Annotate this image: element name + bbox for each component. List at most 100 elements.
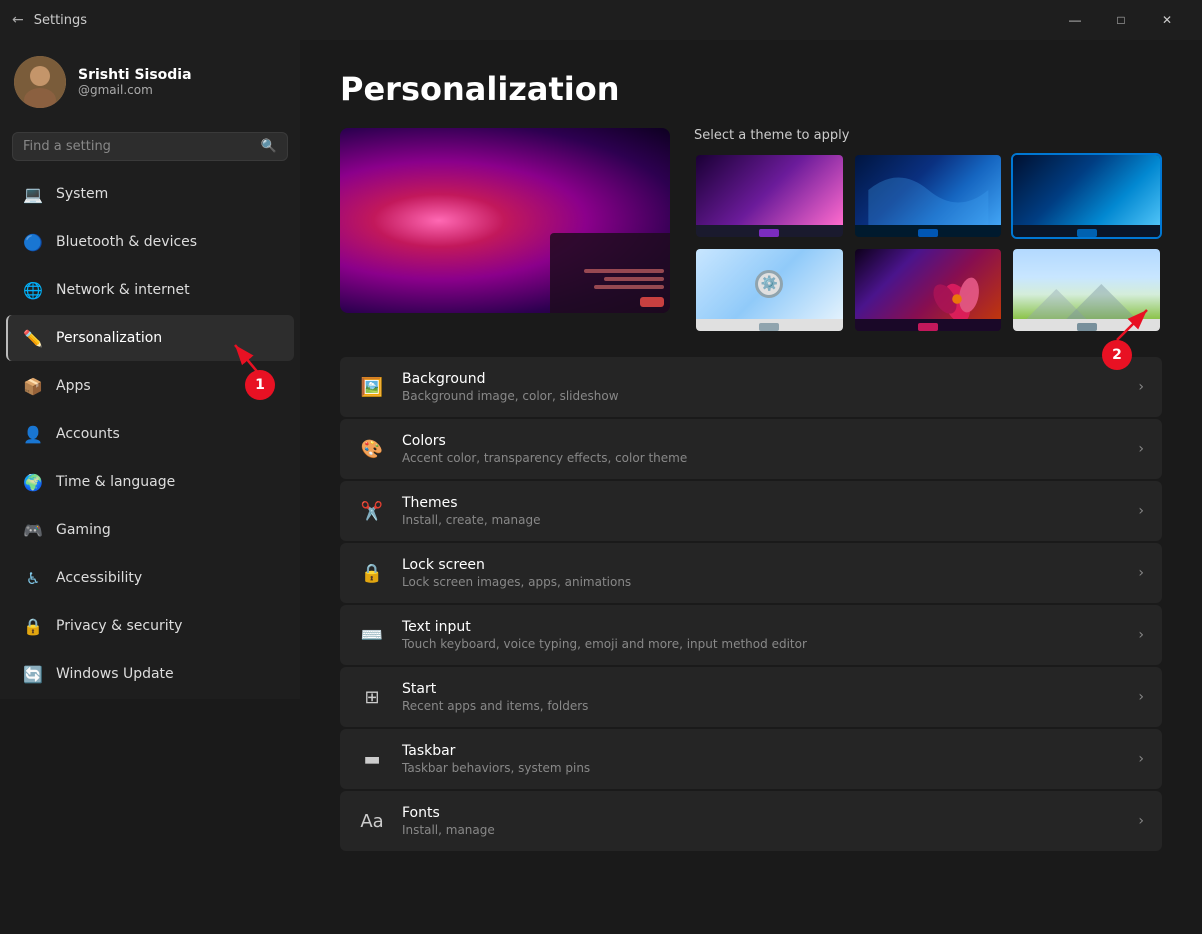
update-icon: 🔄 bbox=[22, 663, 44, 685]
settings-item-textinput[interactable]: ⌨️ Text input Touch keyboard, voice typi… bbox=[340, 605, 1162, 665]
bluetooth-icon: 🔵 bbox=[22, 231, 44, 253]
user-name: Srishti Sisodia bbox=[78, 67, 192, 83]
settings-item-themes[interactable]: ✂️ Themes Install, create, manage › bbox=[340, 481, 1162, 541]
textinput-title: Text input bbox=[402, 619, 1122, 635]
sidebar-item-label-time: Time & language bbox=[56, 474, 175, 490]
sidebar-item-personalization[interactable]: ✏️ Personalization bbox=[6, 315, 294, 361]
theme-thumbnail-2[interactable] bbox=[853, 153, 1004, 239]
network-icon: 🌐 bbox=[22, 279, 44, 301]
theme-thumb-img-4: ⚙️ bbox=[696, 249, 843, 319]
themes-icon: ✂️ bbox=[358, 497, 386, 525]
lockscreen-text: Lock screen Lock screen images, apps, an… bbox=[402, 557, 1122, 589]
lockscreen-desc: Lock screen images, apps, animations bbox=[402, 575, 1122, 589]
close-button[interactable]: ✕ bbox=[1144, 4, 1190, 36]
settings-item-background[interactable]: 🖼️ Background Background image, color, s… bbox=[340, 357, 1162, 417]
lockscreen-arrow: › bbox=[1138, 565, 1144, 581]
preview-dot bbox=[640, 297, 664, 307]
sidebar-item-privacy[interactable]: 🔒 Privacy & security bbox=[6, 603, 294, 649]
theme-thumb-btn-2 bbox=[918, 229, 938, 237]
theme-thumb-bar-1 bbox=[696, 225, 843, 239]
sidebar-wrapper: Srishti Sisodia @gmail.com 🔍 💻 System 🔵 … bbox=[0, 40, 300, 934]
theme-thumb-bar-6 bbox=[1013, 319, 1160, 333]
preview-taskbar bbox=[550, 233, 670, 313]
sidebar-item-network[interactable]: 🌐 Network & internet bbox=[6, 267, 294, 313]
theme-grid-section: Select a theme to apply bbox=[694, 128, 1162, 333]
search-input[interactable] bbox=[23, 139, 253, 154]
colors-text: Colors Accent color, transparency effect… bbox=[402, 433, 1122, 465]
back-icon[interactable]: ← bbox=[12, 12, 24, 28]
theme-thumb-bar-3 bbox=[1013, 225, 1160, 239]
theme-thumb-bar-5 bbox=[855, 319, 1002, 333]
theme-thumb-img-3 bbox=[1013, 155, 1160, 225]
sidebar-item-accessibility[interactable]: ♿ Accessibility bbox=[6, 555, 294, 601]
sidebar-item-label-privacy: Privacy & security bbox=[56, 618, 182, 634]
settings-list: 🖼️ Background Background image, color, s… bbox=[340, 357, 1162, 851]
user-profile[interactable]: Srishti Sisodia @gmail.com bbox=[0, 40, 300, 124]
background-text: Background Background image, color, slid… bbox=[402, 371, 1122, 403]
settings-item-colors[interactable]: 🎨 Colors Accent color, transparency effe… bbox=[340, 419, 1162, 479]
theme-thumbnail-1[interactable] bbox=[694, 153, 845, 239]
theme-thumb-img-6 bbox=[1013, 249, 1160, 319]
sidebar-item-time[interactable]: 🌍 Time & language bbox=[6, 459, 294, 505]
sidebar-item-label-bluetooth: Bluetooth & devices bbox=[56, 234, 197, 250]
sidebar-item-bluetooth[interactable]: 🔵 Bluetooth & devices bbox=[6, 219, 294, 265]
avatar bbox=[14, 56, 66, 108]
preview-bar bbox=[604, 277, 664, 281]
colors-icon: 🎨 bbox=[358, 435, 386, 463]
settings-item-lockscreen[interactable]: 🔒 Lock screen Lock screen images, apps, … bbox=[340, 543, 1162, 603]
theme-thumb-btn-1 bbox=[759, 229, 779, 237]
theme-thumbnail-6[interactable] bbox=[1011, 247, 1162, 333]
search-icon: 🔍 bbox=[261, 139, 277, 154]
preview-bar bbox=[584, 269, 664, 273]
colors-desc: Accent color, transparency effects, colo… bbox=[402, 451, 1122, 465]
theme-thumb-btn-5 bbox=[918, 323, 938, 331]
sidebar-item-label-update: Windows Update bbox=[56, 666, 174, 682]
lockscreen-title: Lock screen bbox=[402, 557, 1122, 573]
fonts-desc: Install, manage bbox=[402, 823, 1122, 837]
sidebar-item-accounts[interactable]: 👤 Accounts bbox=[6, 411, 294, 457]
sidebar-item-label-personalization: Personalization bbox=[56, 330, 162, 346]
user-email: @gmail.com bbox=[78, 83, 192, 97]
colors-arrow: › bbox=[1138, 441, 1144, 457]
background-title: Background bbox=[402, 371, 1122, 387]
theme-thumbnail-3[interactable] bbox=[1011, 153, 1162, 239]
settings-item-taskbar[interactable]: ▬ Taskbar Taskbar behaviors, system pins… bbox=[340, 729, 1162, 789]
gaming-icon: 🎮 bbox=[22, 519, 44, 541]
minimize-button[interactable]: — bbox=[1052, 4, 1098, 36]
background-arrow: › bbox=[1138, 379, 1144, 395]
sidebar-item-system[interactable]: 💻 System bbox=[6, 171, 294, 217]
textinput-icon: ⌨️ bbox=[358, 621, 386, 649]
sidebar-item-update[interactable]: 🔄 Windows Update bbox=[6, 651, 294, 697]
current-preview bbox=[340, 128, 670, 313]
preview-bar bbox=[594, 285, 664, 289]
theme-thumb-bar-4 bbox=[696, 319, 843, 333]
settings-item-start[interactable]: ⊞ Start Recent apps and items, folders › bbox=[340, 667, 1162, 727]
fonts-arrow: › bbox=[1138, 813, 1144, 829]
start-text: Start Recent apps and items, folders bbox=[402, 681, 1122, 713]
themes-arrow: › bbox=[1138, 503, 1144, 519]
sidebar-nav: 💻 System 🔵 Bluetooth & devices 🌐 Network… bbox=[0, 171, 300, 699]
background-desc: Background image, color, slideshow bbox=[402, 389, 1122, 403]
main-wrapper: Personalization bbox=[300, 40, 1202, 934]
taskbar-desc: Taskbar behaviors, system pins bbox=[402, 761, 1122, 775]
sidebar-item-apps[interactable]: 📦 Apps bbox=[6, 363, 294, 409]
textinput-text: Text input Touch keyboard, voice typing,… bbox=[402, 619, 1122, 651]
sidebar: Srishti Sisodia @gmail.com 🔍 💻 System 🔵 … bbox=[0, 40, 300, 699]
theme-select-label: Select a theme to apply bbox=[694, 128, 1162, 143]
system-icon: 💻 bbox=[22, 183, 44, 205]
theme-thumb-btn-4 bbox=[759, 323, 779, 331]
theme-thumb-img-5 bbox=[855, 249, 1002, 319]
search-box[interactable]: 🔍 bbox=[12, 132, 288, 161]
theme-thumbnail-5[interactable] bbox=[853, 247, 1004, 333]
sidebar-item-gaming[interactable]: 🎮 Gaming bbox=[6, 507, 294, 553]
theme-preview-row: Select a theme to apply bbox=[340, 128, 1162, 333]
accounts-icon: 👤 bbox=[22, 423, 44, 445]
taskbar-text: Taskbar Taskbar behaviors, system pins bbox=[402, 743, 1122, 775]
settings-item-fonts[interactable]: Aa Fonts Install, manage › bbox=[340, 791, 1162, 851]
theme-thumbnail-4[interactable]: ⚙️ bbox=[694, 247, 845, 333]
maximize-button[interactable]: □ bbox=[1098, 4, 1144, 36]
titlebar: ← Settings — □ ✕ bbox=[0, 0, 1202, 40]
sidebar-item-label-system: System bbox=[56, 186, 108, 202]
lockscreen-icon: 🔒 bbox=[358, 559, 386, 587]
sidebar-item-label-apps: Apps bbox=[56, 378, 91, 394]
